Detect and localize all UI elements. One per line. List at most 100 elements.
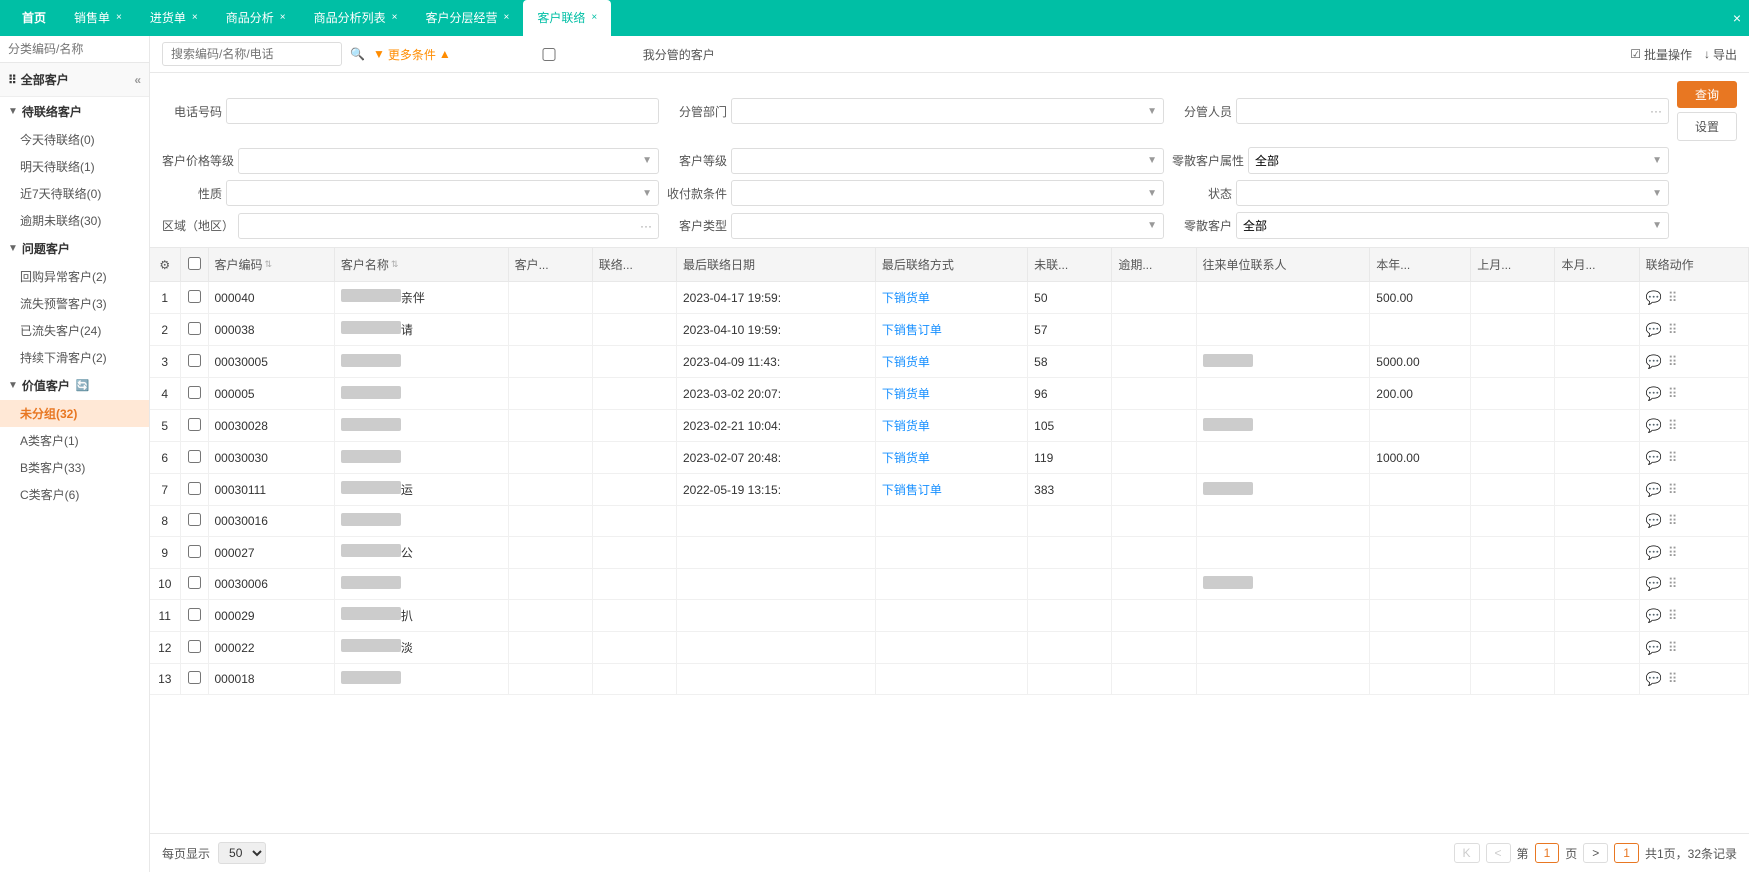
settings-icon[interactable]: ⚙ xyxy=(159,258,170,272)
row-checkbox[interactable] xyxy=(188,640,201,653)
sidebar-item-churned[interactable]: 已流失客户(24) xyxy=(0,317,149,344)
action-chat-icon[interactable]: 💬 xyxy=(1646,545,1662,561)
cell-checkbox[interactable] xyxy=(180,442,208,474)
row-checkbox[interactable] xyxy=(188,290,201,303)
action-menu-icon[interactable]: ⠿ xyxy=(1668,576,1678,592)
nav-customer-tier[interactable]: 客户分层经营 × xyxy=(411,0,523,36)
filter-manager-input[interactable]: ··· xyxy=(1236,98,1669,124)
cell-checkbox[interactable] xyxy=(180,314,208,346)
sidebar-item-7days[interactable]: 近7天待联络(0) xyxy=(0,180,149,207)
filter-customer-type-select[interactable]: ▼ xyxy=(731,213,1164,239)
sidebar-search-input[interactable] xyxy=(8,42,150,56)
action-menu-icon[interactable]: ⠿ xyxy=(1668,386,1678,402)
cell-checkbox[interactable] xyxy=(180,282,208,314)
filter-scatter-attr-select[interactable]: 全部▼ xyxy=(1248,147,1669,174)
th-settings[interactable]: ⚙ xyxy=(150,248,180,282)
action-menu-icon[interactable]: ⠿ xyxy=(1668,450,1678,466)
action-menu-icon[interactable]: ⠿ xyxy=(1668,545,1678,561)
sidebar-collapse-btn[interactable]: « xyxy=(134,73,141,87)
action-menu-icon[interactable]: ⠿ xyxy=(1668,482,1678,498)
action-chat-icon[interactable]: 💬 xyxy=(1646,640,1662,656)
row-checkbox[interactable] xyxy=(188,671,201,684)
row-checkbox[interactable] xyxy=(188,513,201,526)
last-method-link[interactable]: 下销货单 xyxy=(882,419,930,433)
action-menu-icon[interactable]: ⠿ xyxy=(1668,290,1678,306)
export-button[interactable]: ↓ 导出 xyxy=(1704,46,1737,63)
next-page-button[interactable]: > xyxy=(1583,843,1608,863)
page-size-select[interactable]: 50 xyxy=(218,842,266,864)
filter-payment-select[interactable]: ▼ xyxy=(731,180,1164,206)
code-sort-icon[interactable]: ⇅ xyxy=(265,259,273,270)
nav-sales-close[interactable]: × xyxy=(116,0,122,36)
action-chat-icon[interactable]: 💬 xyxy=(1646,418,1662,434)
select-all-checkbox[interactable] xyxy=(188,257,201,270)
action-menu-icon[interactable]: ⠿ xyxy=(1668,354,1678,370)
action-menu-icon[interactable]: ⠿ xyxy=(1668,640,1678,656)
sidebar-item-declining[interactable]: 持续下滑客户(2) xyxy=(0,344,149,371)
action-chat-icon[interactable]: 💬 xyxy=(1646,450,1662,466)
name-sort-icon[interactable]: ⇅ xyxy=(391,259,399,270)
nav-customer-contact-close[interactable]: × xyxy=(591,0,597,36)
first-page-button[interactable]: K xyxy=(1454,843,1480,863)
last-method-link[interactable]: 下销货单 xyxy=(882,355,930,369)
action-menu-icon[interactable]: ⠿ xyxy=(1668,513,1678,529)
sidebar-item-churn-warning[interactable]: 流失预警客户(3) xyxy=(0,290,149,317)
action-chat-icon[interactable]: 💬 xyxy=(1646,386,1662,402)
sidebar-value-group[interactable]: ▼ 价值客户 🔄 xyxy=(0,371,149,400)
sidebar-waiting-group[interactable]: ▼ 待联络客户 xyxy=(0,97,149,126)
row-checkbox[interactable] xyxy=(188,482,201,495)
nav-product-analysis[interactable]: 商品分析 × xyxy=(212,0,300,36)
filter-status-select[interactable]: ▼ xyxy=(1236,180,1669,206)
my-customers-checkbox[interactable]: 我分管的客户 xyxy=(459,46,715,63)
cell-checkbox[interactable] xyxy=(180,600,208,632)
cell-checkbox[interactable] xyxy=(180,410,208,442)
more-conditions-button[interactable]: ▼ 更多条件 ▲ xyxy=(373,46,451,63)
action-chat-icon[interactable]: 💬 xyxy=(1646,513,1662,529)
cell-checkbox[interactable] xyxy=(180,346,208,378)
nav-customer-contact[interactable]: 客户联络 × xyxy=(523,0,611,36)
action-chat-icon[interactable]: 💬 xyxy=(1646,608,1662,624)
filter-customer-level-select[interactable]: ▼ xyxy=(731,148,1164,174)
sidebar-item-abnormal[interactable]: 回购异常客户(2) xyxy=(0,263,149,290)
nav-product-analysis-list-close[interactable]: × xyxy=(392,0,398,36)
last-method-link[interactable]: 下销售订单 xyxy=(882,323,942,337)
row-checkbox[interactable] xyxy=(188,354,201,367)
cell-checkbox[interactable] xyxy=(180,474,208,506)
nav-sales[interactable]: 销售单 × xyxy=(60,0,136,36)
row-checkbox[interactable] xyxy=(188,450,201,463)
action-menu-icon[interactable]: ⠿ xyxy=(1668,322,1678,338)
row-checkbox[interactable] xyxy=(188,608,201,621)
action-chat-icon[interactable]: 💬 xyxy=(1646,290,1662,306)
filter-nature-select[interactable]: ▼ xyxy=(226,180,659,206)
cell-checkbox[interactable] xyxy=(180,569,208,600)
row-checkbox[interactable] xyxy=(188,386,201,399)
nav-close-all-button[interactable]: × xyxy=(1733,10,1741,26)
sidebar-item-ungrouped[interactable]: 未分组(32) xyxy=(0,400,149,427)
cell-checkbox[interactable] xyxy=(180,537,208,569)
row-checkbox[interactable] xyxy=(188,576,201,589)
reset-button[interactable]: 设置 xyxy=(1677,112,1737,141)
last-method-link[interactable]: 下销货单 xyxy=(882,387,930,401)
sidebar-item-class-b[interactable]: B类客户(33) xyxy=(0,454,149,481)
nav-customer-tier-close[interactable]: × xyxy=(503,0,509,36)
row-checkbox[interactable] xyxy=(188,545,201,558)
action-chat-icon[interactable]: 💬 xyxy=(1646,322,1662,338)
nav-purchase[interactable]: 进货单 × xyxy=(136,0,212,36)
last-method-link[interactable]: 下销售订单 xyxy=(882,483,942,497)
sidebar-item-class-c[interactable]: C类客户(6) xyxy=(0,481,149,508)
action-chat-icon[interactable]: 💬 xyxy=(1646,671,1662,687)
cell-checkbox[interactable] xyxy=(180,632,208,664)
action-menu-icon[interactable]: ⠿ xyxy=(1668,608,1678,624)
filter-scatter-customer-select[interactable]: 全部▼ xyxy=(1236,212,1669,239)
sidebar-item-tomorrow[interactable]: 明天待联络(1) xyxy=(0,153,149,180)
action-chat-icon[interactable]: 💬 xyxy=(1646,354,1662,370)
action-chat-icon[interactable]: 💬 xyxy=(1646,576,1662,592)
query-button[interactable]: 查询 xyxy=(1677,81,1737,108)
sidebar-item-today[interactable]: 今天待联络(0) xyxy=(0,126,149,153)
last-method-link[interactable]: 下销货单 xyxy=(882,291,930,305)
action-menu-icon[interactable]: ⠿ xyxy=(1668,418,1678,434)
nav-product-analysis-close[interactable]: × xyxy=(280,0,286,36)
nav-home[interactable]: 首页 xyxy=(8,0,60,36)
filter-price-level-select[interactable]: ▼ xyxy=(238,148,659,174)
nav-product-analysis-list[interactable]: 商品分析列表 × xyxy=(300,0,412,36)
